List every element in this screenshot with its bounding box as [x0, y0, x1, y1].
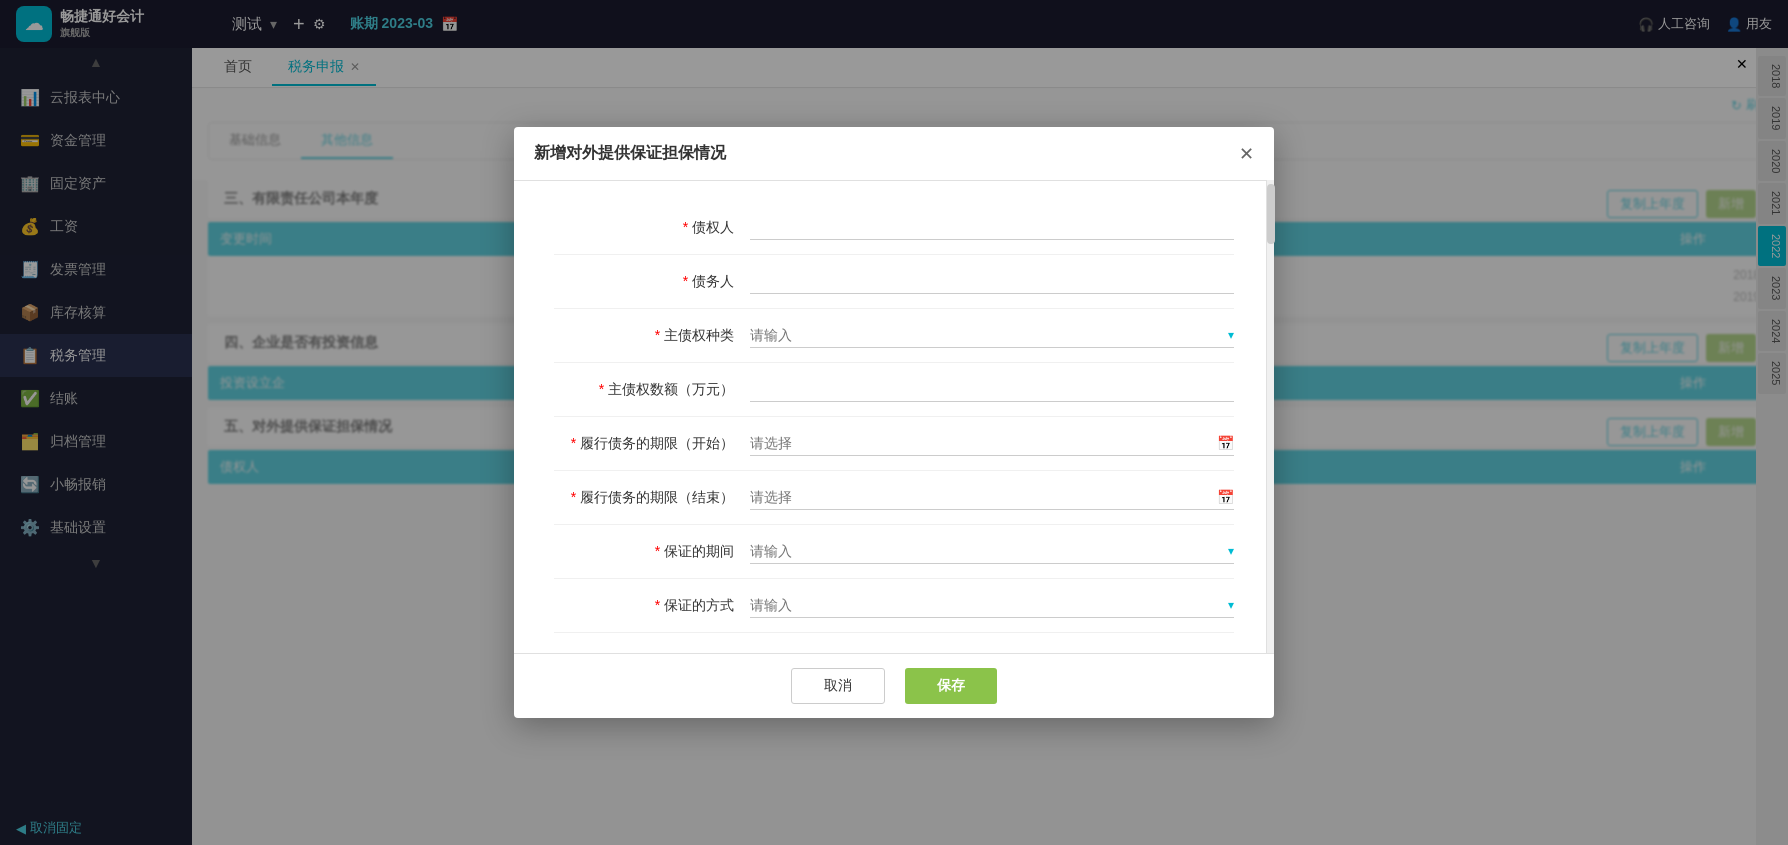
form-row-zhaiquanren: * 债权人	[554, 201, 1234, 255]
modal-close-button[interactable]: ✕	[1239, 145, 1254, 163]
save-button[interactable]: 保存	[905, 668, 997, 704]
wrapper-lvxing-jieshu: 📅	[750, 485, 1234, 510]
form-row-lvxing-jieshu: * 履行债务的期限（结束） 📅	[554, 471, 1234, 525]
form-row-lvxing-kaishi: * 履行债务的期限（开始） 📅	[554, 417, 1234, 471]
form-row-zhuzhaishenglei: * 主债权种类 ▾	[554, 309, 1234, 363]
label-lvxing-kaishi: * 履行债务的期限（开始）	[554, 435, 734, 453]
wrapper-baozhengfangshi: ▾	[750, 593, 1234, 618]
dropdown-arrow-baozhengfangshi[interactable]: ▾	[1228, 598, 1234, 612]
dropdown-arrow-zhuzhaishenglei[interactable]: ▾	[1228, 328, 1234, 342]
modal-body: * 债权人 * 债务人 * 主债权种类	[514, 181, 1274, 653]
input-baozhengqijian[interactable]	[750, 539, 1228, 563]
dropdown-arrow-baozhengqijian[interactable]: ▾	[1228, 544, 1234, 558]
input-zhaiwuren[interactable]	[750, 269, 1234, 294]
label-zhaiwuren: * 债务人	[554, 273, 734, 291]
label-zhuzhaishengshue: * 主债权数额（万元）	[554, 381, 734, 399]
form-row-zhuzhaishengshue: * 主债权数额（万元）	[554, 363, 1234, 417]
modal-header: 新增对外提供保证担保情况 ✕	[514, 127, 1274, 181]
wrapper-zhuzhaishenglei: ▾	[750, 323, 1234, 348]
modal: 新增对外提供保证担保情况 ✕ * 债权人 * 债务人	[514, 127, 1274, 718]
label-lvxing-jieshu: * 履行债务的期限（结束）	[554, 489, 734, 507]
input-lvxing-jieshu[interactable]	[750, 485, 1217, 509]
wrapper-baozhengqijian: ▾	[750, 539, 1234, 564]
input-zhuzhaishengshue[interactable]	[750, 377, 1234, 402]
modal-overlay: 新增对外提供保证担保情况 ✕ * 债权人 * 债务人	[0, 0, 1788, 845]
cancel-button[interactable]: 取消	[791, 668, 885, 704]
modal-scrollbar-thumb[interactable]	[1267, 184, 1275, 244]
input-lvxing-kaishi[interactable]	[750, 431, 1217, 455]
input-baozhengfangshi[interactable]	[750, 593, 1228, 617]
form-row-baozhengfangshi: * 保证的方式 ▾	[554, 579, 1234, 633]
input-zhuzhaishenglei[interactable]	[750, 323, 1228, 347]
label-zhaiquanren: * 债权人	[554, 219, 734, 237]
modal-footer: 取消 保存	[514, 653, 1274, 718]
form-row-zhaiwuren: * 债务人	[554, 255, 1234, 309]
input-zhaiquanren[interactable]	[750, 215, 1234, 240]
wrapper-lvxing-kaishi: 📅	[750, 431, 1234, 456]
label-zhuzhaishenglei: * 主债权种类	[554, 327, 734, 345]
form-row-baozhengqijian: * 保证的期间 ▾	[554, 525, 1234, 579]
calendar-icon-kaishi[interactable]: 📅	[1217, 435, 1234, 451]
label-baozhengqijian: * 保证的期间	[554, 543, 734, 561]
label-baozhengfangshi: * 保证的方式	[554, 597, 734, 615]
modal-title: 新增对外提供保证担保情况	[534, 143, 726, 164]
modal-scrollbar-track	[1266, 180, 1274, 653]
calendar-icon-jieshu[interactable]: 📅	[1217, 489, 1234, 505]
